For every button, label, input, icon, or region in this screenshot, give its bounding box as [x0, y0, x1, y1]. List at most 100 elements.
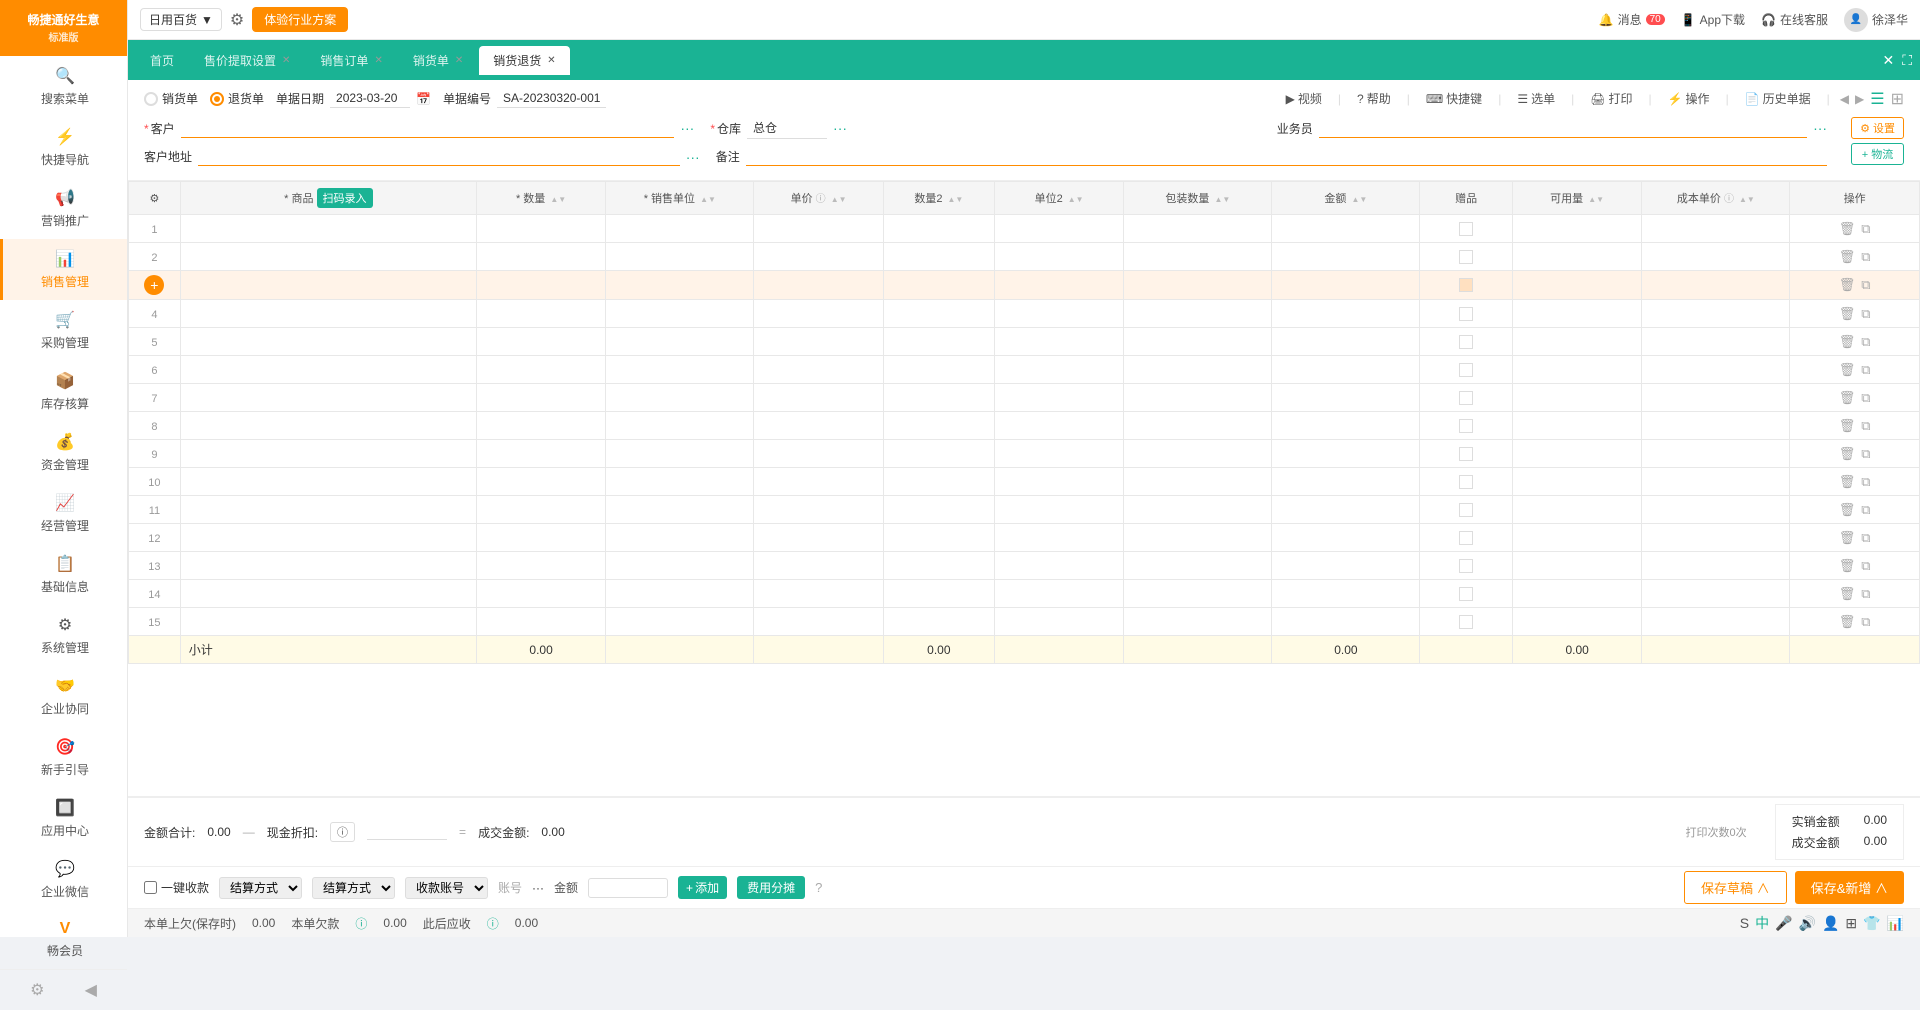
- one-click-checkbox[interactable]: [144, 881, 157, 894]
- tab-price-settings-close[interactable]: ✕: [282, 55, 290, 66]
- gift-checkbox-active[interactable]: [1459, 278, 1473, 292]
- sidebar-item-enterprise[interactable]: 🤝 企业协同: [0, 666, 127, 727]
- gift-checkbox-15[interactable]: [1459, 615, 1473, 629]
- note-input[interactable]: [746, 147, 1827, 166]
- next-record-icon[interactable]: ▶: [1855, 92, 1864, 106]
- sidebar-item-basic[interactable]: 📋 基础信息: [0, 544, 127, 605]
- copy-13[interactable]: ⧉: [1860, 557, 1871, 575]
- settings-button[interactable]: ⚙ 设置: [1851, 117, 1904, 139]
- delete-row-btn-active[interactable]: 🗑: [1838, 276, 1857, 294]
- save-new-btn[interactable]: 保存&新增 ∧: [1795, 871, 1904, 904]
- close-tab-icon[interactable]: ✕: [1882, 52, 1894, 69]
- collapse-icon[interactable]: ◀: [85, 980, 97, 1000]
- sidebar-item-marketing[interactable]: 📢 营销推广: [0, 178, 127, 239]
- sidebar-item-operations[interactable]: 📈 经营管理: [0, 483, 127, 544]
- print-btn[interactable]: 🖨 打印: [1584, 88, 1638, 109]
- list-view-icon[interactable]: ☰: [1870, 89, 1884, 109]
- copy-4[interactable]: ⧉: [1860, 305, 1871, 323]
- payment-amount-input[interactable]: [588, 878, 668, 898]
- payment-method-select[interactable]: 结算方式: [219, 877, 302, 899]
- product-cell[interactable]: [180, 215, 476, 243]
- sidebar-item-system[interactable]: ⚙ 系统管理: [0, 605, 127, 666]
- copy-7[interactable]: ⧉: [1860, 389, 1871, 407]
- prev-record-icon[interactable]: ◀: [1840, 92, 1849, 106]
- del-8[interactable]: 🗑: [1838, 417, 1857, 435]
- payment-help-icon[interactable]: ?: [815, 880, 822, 895]
- shortcut-btn[interactable]: ⌨ 快捷键: [1420, 88, 1488, 109]
- app-download-btn[interactable]: 📱 App下载: [1681, 11, 1745, 28]
- shirt-icon[interactable]: 👕: [1863, 915, 1880, 932]
- staff-select-icon[interactable]: ···: [1813, 120, 1827, 136]
- grid-statusbar-icon[interactable]: ⊞: [1845, 915, 1857, 932]
- online-service-btn[interactable]: 🎧 在线客服: [1761, 11, 1828, 28]
- scan-input-btn[interactable]: 扫码录入: [317, 188, 373, 208]
- tab-sales-delivery[interactable]: 销货单 ✕: [399, 46, 477, 75]
- delete-row-btn-2[interactable]: 🗑: [1838, 248, 1857, 266]
- tab-sales-delivery-close[interactable]: ✕: [455, 55, 463, 66]
- select-btn[interactable]: ☰ 选单: [1511, 88, 1561, 109]
- radio-return[interactable]: 退货单: [210, 90, 264, 107]
- calc-discount-btn[interactable]: ⓘ: [330, 822, 355, 842]
- sidebar-item-apps[interactable]: 🔲 应用中心: [0, 788, 127, 849]
- copy-12[interactable]: ⧉: [1860, 529, 1871, 547]
- gift-checkbox-1[interactable]: [1459, 222, 1473, 236]
- speaker-icon[interactable]: 🔊: [1799, 915, 1816, 932]
- industry-selector[interactable]: 日用百货 ▼: [140, 8, 222, 31]
- tab-sales-return[interactable]: 销货退货 ✕: [479, 46, 569, 75]
- person-icon[interactable]: 👤: [1822, 915, 1839, 932]
- gift-checkbox-11[interactable]: [1459, 503, 1473, 517]
- copy-6[interactable]: ⧉: [1860, 361, 1871, 379]
- gift-checkbox-10[interactable]: [1459, 475, 1473, 489]
- sidebar-item-sales[interactable]: 📊 销售管理: [0, 239, 127, 300]
- gift-checkbox-8[interactable]: [1459, 419, 1473, 433]
- gift-checkbox-4[interactable]: [1459, 307, 1473, 321]
- history-btn[interactable]: 📄 历史单据: [1739, 88, 1817, 109]
- staff-input[interactable]: [1319, 119, 1807, 138]
- product-input-3[interactable]: [185, 278, 472, 293]
- calculate-method-select[interactable]: 结算方式: [312, 877, 395, 899]
- sidebar-item-newbie[interactable]: 🎯 新手引导: [0, 727, 127, 788]
- gift-checkbox-6[interactable]: [1459, 363, 1473, 377]
- add-logistics-button[interactable]: + 物流: [1851, 143, 1904, 165]
- maximize-icon[interactable]: ⛶: [1902, 52, 1912, 69]
- del-9[interactable]: 🗑: [1838, 445, 1857, 463]
- del-10[interactable]: 🗑: [1838, 473, 1857, 491]
- gift-checkbox-5[interactable]: [1459, 335, 1473, 349]
- calendar-icon[interactable]: 📅: [416, 92, 431, 106]
- address-input[interactable]: [198, 147, 680, 166]
- radio-sale[interactable]: 销货单: [144, 90, 198, 107]
- copy-row-btn-active[interactable]: ⧉: [1860, 276, 1871, 294]
- gift-checkbox-2[interactable]: [1459, 250, 1473, 264]
- copy-15[interactable]: ⧉: [1860, 613, 1871, 631]
- experience-btn[interactable]: 体验行业方案: [252, 7, 348, 32]
- tab-price-settings[interactable]: 售价提取设置 ✕: [190, 46, 304, 75]
- copy-9[interactable]: ⧉: [1860, 445, 1871, 463]
- tab-home[interactable]: 首页: [136, 46, 188, 75]
- sidebar-item-purchase[interactable]: 🛒 采购管理: [0, 300, 127, 361]
- copy-row-btn-1[interactable]: ⧉: [1860, 220, 1871, 238]
- sidebar-item-shortcut[interactable]: ⚡ 快捷导航: [0, 117, 127, 178]
- del-14[interactable]: 🗑: [1838, 585, 1857, 603]
- tab-sales-return-close[interactable]: ✕: [547, 55, 555, 66]
- copy-10[interactable]: ⧉: [1860, 473, 1871, 491]
- cash-discount-input[interactable]: [367, 825, 447, 840]
- add-payment-btn[interactable]: + 添加: [678, 876, 727, 899]
- copy-14[interactable]: ⧉: [1860, 585, 1871, 603]
- delete-row-btn-1[interactable]: 🗑: [1838, 220, 1857, 238]
- del-4[interactable]: 🗑: [1838, 305, 1857, 323]
- gift-checkbox-12[interactable]: [1459, 531, 1473, 545]
- copy-row-btn-2[interactable]: ⧉: [1860, 248, 1871, 266]
- del-7[interactable]: 🗑: [1838, 389, 1857, 407]
- settings-bottom-icon[interactable]: ⚙: [30, 980, 44, 1000]
- help-btn[interactable]: ? 帮助: [1351, 88, 1397, 109]
- del-13[interactable]: 🗑: [1838, 557, 1857, 575]
- copy-11[interactable]: ⧉: [1860, 501, 1871, 519]
- user-profile[interactable]: 👤 徐泽华: [1844, 8, 1908, 32]
- del-5[interactable]: 🗑: [1838, 333, 1857, 351]
- video-btn[interactable]: ▶ 视频: [1280, 88, 1328, 109]
- col-gear[interactable]: ⚙: [129, 182, 181, 215]
- chart-statusbar-icon[interactable]: 📊: [1887, 915, 1904, 932]
- gift-checkbox-14[interactable]: [1459, 587, 1473, 601]
- topbar-gear-icon[interactable]: ⚙: [230, 10, 244, 30]
- message-btn[interactable]: 🔔 消息 70: [1599, 11, 1665, 28]
